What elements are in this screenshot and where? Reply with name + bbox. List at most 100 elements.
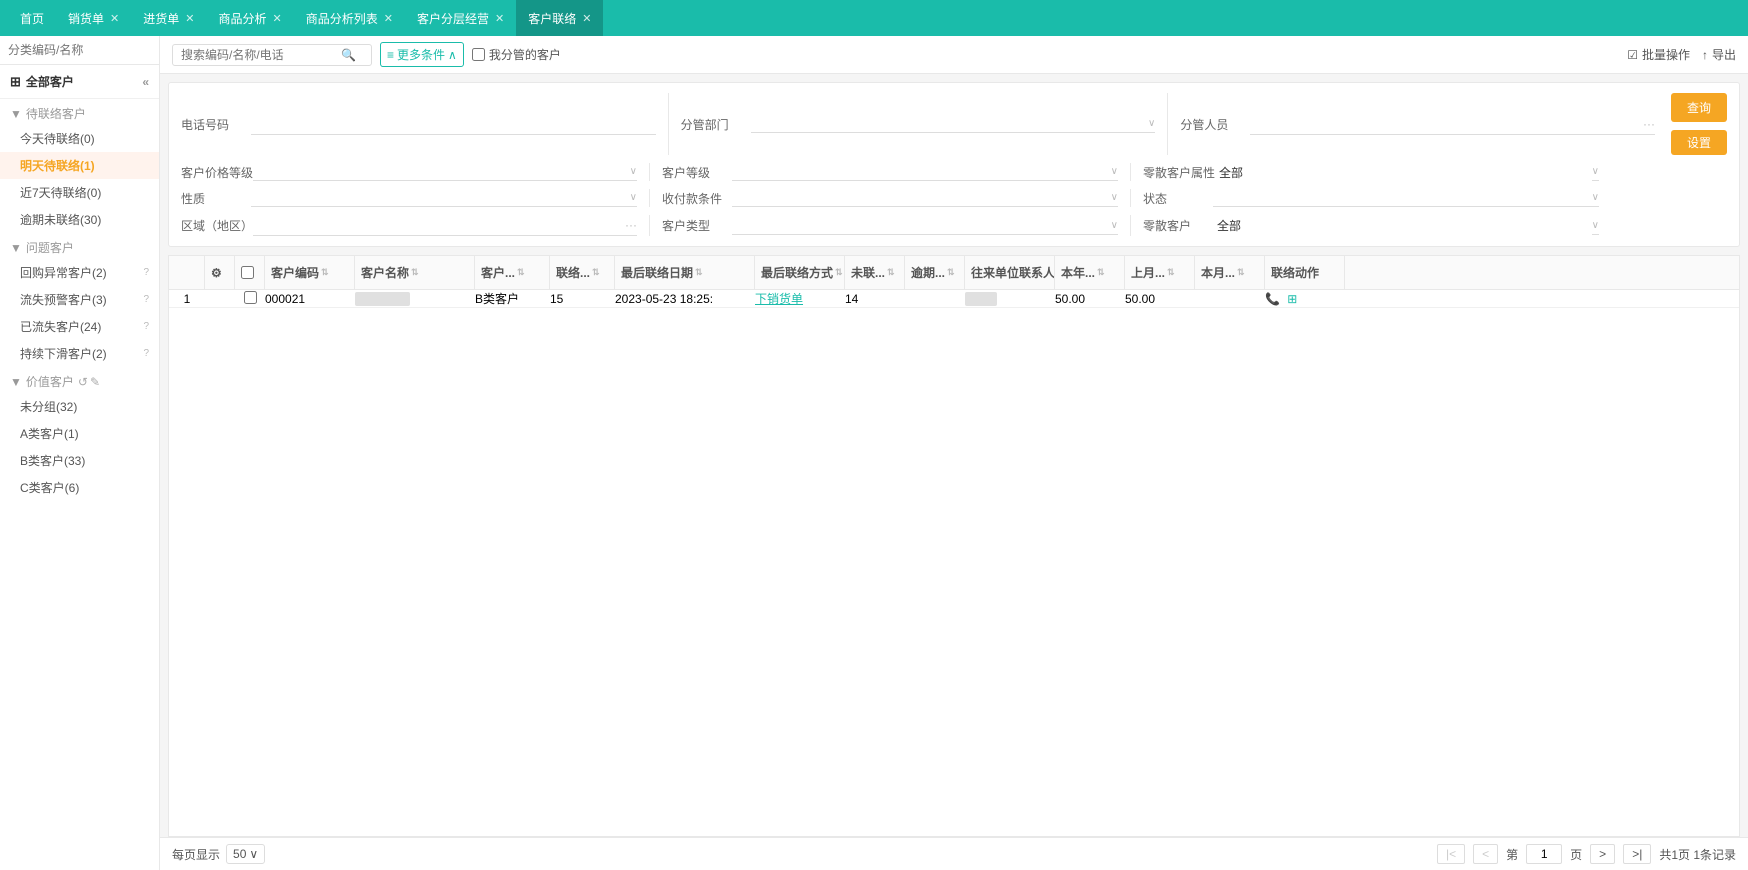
table-scroll-container[interactable]: ⚙ 客户编码 ⇅ 客户名称 ⇅ 客户... ⇅ 联络.. [169, 256, 1739, 836]
refresh-value-icon[interactable]: ↺ [78, 375, 88, 389]
row-checkbox[interactable] [244, 291, 257, 304]
th-this-year: 本年... ⇅ [1055, 256, 1125, 289]
filter-dept-select[interactable]: ∨ [751, 115, 1156, 133]
sidebar-item-class-a[interactable]: A类客户(1) [0, 420, 159, 447]
filter-price-level-select[interactable]: ∨ [253, 163, 637, 181]
chevron-up-icon: ∧ [448, 48, 457, 62]
close-customer-stratification-icon[interactable]: ✕ [495, 12, 504, 25]
sidebar-item-7days-contact[interactable]: 近7天待联络(0) [0, 179, 159, 206]
next-page-button[interactable]: > [1590, 844, 1615, 864]
last-page-button[interactable]: >| [1623, 844, 1651, 864]
filter-customer-type-label: 客户类型 [662, 217, 732, 234]
nav-sales-order[interactable]: 销货单 ✕ [56, 0, 131, 36]
th-settings[interactable]: ⚙ [205, 256, 235, 289]
td-row-last-month: 50.00 [1125, 292, 1195, 306]
more-filters-button[interactable]: ≡ 更多条件 ∧ [380, 42, 464, 67]
close-product-analysis-icon[interactable]: ✕ [273, 12, 282, 25]
sidebar-search-bar: 🔍 [0, 36, 159, 65]
sidebar-item-repurchase-anomaly[interactable]: 回购异常客户(2) ? [0, 259, 159, 286]
filter-row-2: 客户价格等级 ∨ 客户等级 ∨ 零散客户属性 全部 [181, 163, 1727, 181]
nav-product-analysis-list[interactable]: 商品分析列表 ✕ [294, 0, 405, 36]
main-search-input[interactable] [181, 48, 341, 62]
action-call-icon[interactable]: 📞 [1265, 292, 1280, 306]
th-last-month: 上月... ⇅ [1125, 256, 1195, 289]
footer: 每页显示 50 ∨ |< < 第 页 > >| 共1页 1条记录 [160, 837, 1748, 870]
sidebar-search-input[interactable] [8, 43, 160, 57]
data-table: ⚙ 客户编码 ⇅ 客户名称 ⇅ 客户... ⇅ 联络.. [168, 255, 1740, 837]
batch-operation-button[interactable]: ☑ 批量操作 [1627, 46, 1690, 63]
action-more-icon[interactable]: ⊞ [1287, 292, 1297, 306]
sidebar-item-class-b[interactable]: B类客户(33) [0, 447, 159, 474]
main-layout: 🔍 ⊞ 全部客户 « ▼ 待联络客户 今天待联络(0) 明天待联络(1) 近7天… [0, 36, 1748, 870]
query-button[interactable]: 查询 [1671, 93, 1727, 122]
td-row-checkbox[interactable] [235, 291, 265, 307]
chevron-down-retail-attr-icon: ∨ [1592, 166, 1599, 177]
page-size-select[interactable]: 50 ∨ [226, 844, 265, 864]
filter-customer-type: 客户类型 ∨ [662, 217, 1118, 235]
nav-home[interactable]: 首页 [8, 0, 56, 36]
sort-contact-icon[interactable]: ⇅ [592, 267, 600, 278]
filter-customer-type-select[interactable]: ∨ [732, 217, 1118, 235]
close-purchase-order-icon[interactable]: ✕ [185, 12, 194, 25]
top-navigation: 首页 销货单 ✕ 进货单 ✕ 商品分析 ✕ 商品分析列表 ✕ 客户分层经营 ✕ … [0, 0, 1748, 36]
filter-nature-select[interactable]: ∨ [251, 189, 637, 207]
th-checkbox[interactable] [235, 256, 265, 289]
sort-level-icon[interactable]: ⇅ [517, 267, 525, 278]
sidebar-item-overdue-contact[interactable]: 逾期未联络(30) [0, 206, 159, 233]
sort-last-month-icon[interactable]: ⇅ [1167, 267, 1175, 278]
nav-customer-contact[interactable]: 客户联络 ✕ [516, 0, 603, 36]
sidebar-collapse-icon[interactable]: « [142, 75, 149, 89]
section-arrow-value: ▼ [10, 375, 22, 389]
nav-purchase-order[interactable]: 进货单 ✕ [131, 0, 206, 36]
chevron-down-price-icon: ∨ [630, 166, 637, 177]
chevron-down-customer-type-icon: ∨ [1111, 220, 1118, 231]
my-customers-checkbox[interactable] [472, 48, 485, 61]
filter-nature-label: 性质 [181, 190, 251, 207]
sort-overdue-icon[interactable]: ⇅ [947, 267, 955, 278]
filter-phone-input[interactable] [251, 114, 656, 135]
filter-retail-customer-select[interactable]: ∨ [1592, 217, 1599, 235]
my-customers-checkbox-label[interactable]: 我分管的客户 [472, 46, 561, 63]
prev-page-button[interactable]: < [1473, 844, 1498, 864]
sort-code-icon[interactable]: ⇅ [321, 267, 329, 278]
sidebar-item-declining[interactable]: 持续下滑客户(2) ? [0, 340, 159, 367]
td-row-last-method[interactable]: 下销货单 [755, 290, 845, 307]
sort-uncontact-icon[interactable]: ⇅ [887, 267, 895, 278]
nav-customer-stratification[interactable]: 客户分层经营 ✕ [405, 0, 516, 36]
chevron-down-payment-icon: ∨ [1111, 192, 1118, 203]
page-number-input[interactable] [1526, 844, 1562, 864]
nav-product-analysis[interactable]: 商品分析 ✕ [206, 0, 293, 36]
sort-last-date-icon[interactable]: ⇅ [695, 267, 703, 278]
close-product-analysis-list-icon[interactable]: ✕ [384, 12, 393, 25]
sort-name-icon[interactable]: ⇅ [411, 267, 419, 278]
sidebar-item-churn-warning[interactable]: 流失预警客户(3) ? [0, 286, 159, 313]
sidebar-item-class-c[interactable]: C类客户(6) [0, 474, 159, 501]
settings-button[interactable]: 设置 [1671, 130, 1727, 155]
sidebar-item-today-contact[interactable]: 今天待联络(0) [0, 125, 159, 152]
export-button[interactable]: ↑ 导出 [1702, 46, 1736, 63]
sort-last-method-icon[interactable]: ⇅ [835, 267, 843, 278]
filter-panel: 电话号码 分管部门 ∨ 分管人员 ··· [168, 82, 1740, 247]
chevron-down-status-icon: ∨ [1592, 192, 1599, 203]
first-page-button[interactable]: |< [1437, 844, 1465, 864]
query-settings-group: 查询 设置 [1671, 93, 1727, 155]
filter-retail-attr-select[interactable]: ∨ [1592, 163, 1599, 181]
close-customer-contact-icon[interactable]: ✕ [582, 12, 591, 25]
filter-status-select[interactable]: ∨ [1213, 189, 1599, 207]
filter-customer-level-select[interactable]: ∨ [732, 163, 1118, 181]
filter-region-select[interactable]: ··· [253, 215, 637, 236]
filter-manager-select[interactable]: ··· [1250, 114, 1655, 135]
toolbar: 🔍 ≡ 更多条件 ∧ 我分管的客户 ☑ 批量操作 ↑ 导出 [160, 36, 1748, 74]
sort-this-month-icon[interactable]: ⇅ [1237, 267, 1245, 278]
close-sales-order-icon[interactable]: ✕ [110, 12, 119, 25]
sidebar-all-customers[interactable]: ⊞ 全部客户 « [0, 65, 159, 99]
filter-payment-terms-select[interactable]: ∨ [732, 189, 1118, 207]
sort-this-year-icon[interactable]: ⇅ [1097, 267, 1105, 278]
select-all-checkbox[interactable] [241, 266, 254, 279]
last-method-link[interactable]: 下销货单 [755, 292, 803, 306]
sidebar-item-tomorrow-contact[interactable]: 明天待联络(1) [0, 152, 159, 179]
td-row-level: B类客户 [475, 290, 550, 307]
sidebar-item-ungrouped[interactable]: 未分组(32) [0, 393, 159, 420]
sidebar-item-churned[interactable]: 已流失客户(24) ? [0, 313, 159, 340]
edit-value-icon[interactable]: ✎ [90, 375, 100, 389]
